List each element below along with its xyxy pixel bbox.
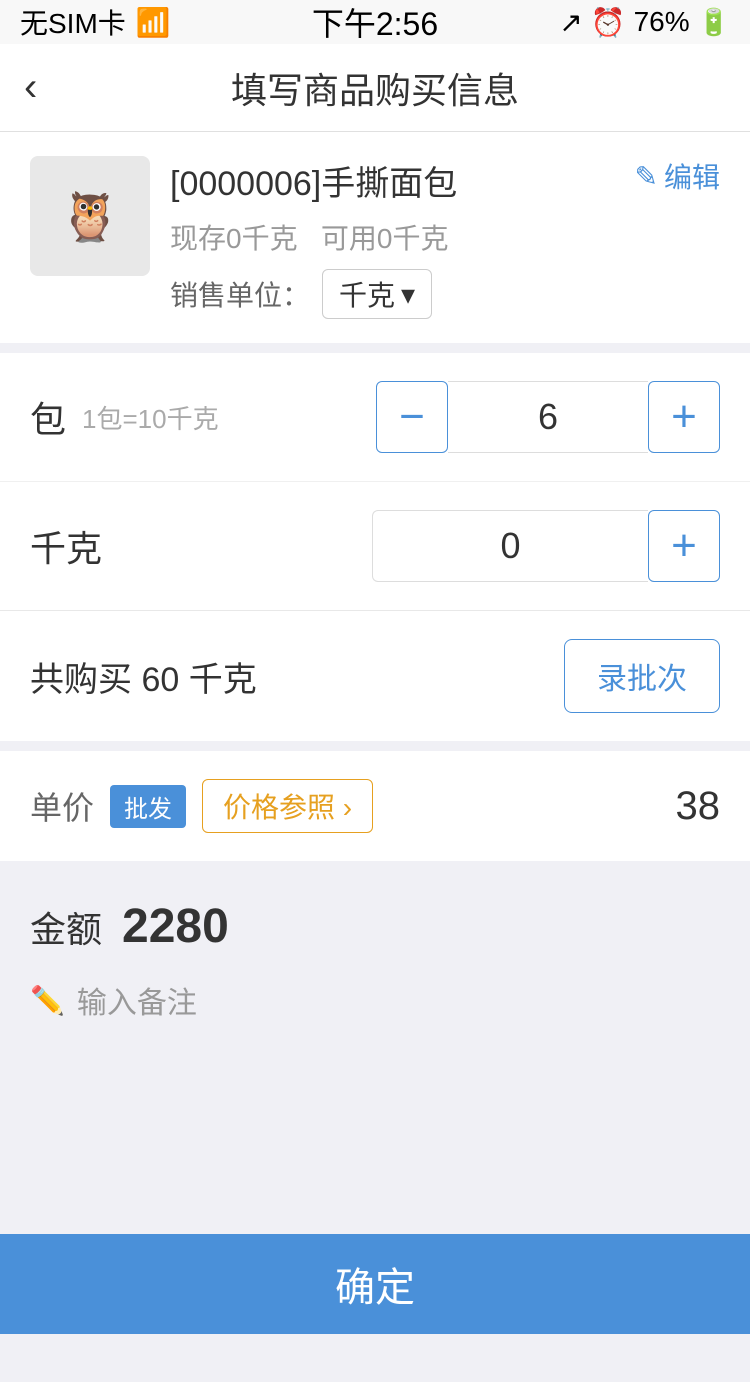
battery-icon: 🔋: [698, 7, 730, 38]
nav-bar: ‹ 填写商品购买信息: [0, 44, 750, 132]
amount-label: 金额: [30, 901, 102, 953]
product-name: [0000006]手撕面包: [170, 156, 457, 205]
wifi-icon: 📶: [136, 6, 171, 39]
product-logo-icon: 🦉: [60, 188, 120, 245]
product-stock: 现存0千克 可用0千克: [170, 217, 720, 257]
amount-row: 金额 2280: [30, 899, 720, 954]
bao-plus-button[interactable]: +: [648, 381, 720, 453]
edit-icon: ✎: [635, 160, 658, 193]
bao-label: 包 1包=10千克: [30, 391, 219, 443]
kg-label: 千克: [30, 520, 102, 572]
kg-plus-button[interactable]: +: [648, 510, 720, 582]
status-bar-left: 无SIM卡 📶: [20, 2, 171, 42]
remark-placeholder: 输入备注: [77, 978, 197, 1022]
edit-label: 编辑: [664, 156, 720, 196]
product-image: 🦉: [30, 156, 150, 276]
summary-row: 共购买 60 千克 录批次: [0, 611, 750, 751]
product-card: 🦉 [0000006]手撕面包 ✎ 编辑 现存0千克 可用0千克 销售单位： 千…: [0, 132, 750, 353]
price-section: 单价 批发 价格参照 › 38: [0, 751, 750, 871]
status-bar: 无SIM卡 📶 下午2:56 ↗ ⏰ 76% 🔋: [0, 0, 750, 44]
unit-select[interactable]: 千克 ▾: [322, 269, 432, 319]
unit-chevron-icon: ▾: [401, 278, 415, 311]
product-info: [0000006]手撕面包 ✎ 编辑 现存0千克 可用0千克 销售单位： 千克 …: [170, 156, 720, 319]
kg-input-row: 千克 +: [0, 482, 750, 610]
alarm-icon: ⏰: [591, 6, 626, 39]
bao-minus-button[interactable]: −: [376, 381, 448, 453]
price-reference-button[interactable]: 价格参照 ›: [202, 779, 373, 833]
product-title: 手撕面包: [321, 165, 457, 203]
unit-label: 销售单位：: [170, 274, 310, 314]
summary-text: 共购买 60 千克: [30, 652, 257, 701]
product-unit-row: 销售单位： 千克 ▾: [170, 269, 720, 319]
carrier-text: 无SIM卡: [20, 2, 126, 42]
bao-hint: 1包=10千克: [82, 399, 219, 436]
battery-text: 76%: [634, 6, 690, 38]
kg-text: 千克: [30, 520, 102, 572]
pencil-icon: ✏️: [30, 984, 65, 1017]
amount-value: 2280: [122, 899, 229, 954]
confirm-button[interactable]: 确定: [0, 1234, 750, 1334]
price-tag-badge: 批发: [110, 785, 186, 828]
location-icon: ↗: [559, 6, 582, 39]
kg-qty-input[interactable]: [372, 510, 648, 582]
back-button[interactable]: ‹: [24, 65, 37, 110]
remark-row[interactable]: ✏️ 输入备注: [30, 978, 720, 1022]
status-bar-time: 下午2:56: [312, 0, 438, 45]
price-label: 单价: [30, 783, 94, 829]
status-bar-right: ↗ ⏰ 76% 🔋: [559, 6, 730, 39]
stock-text: 现存0千克: [170, 223, 298, 254]
kg-qty-control: +: [372, 510, 720, 582]
record-batch-button[interactable]: 录批次: [564, 639, 720, 713]
bao-qty-input[interactable]: [448, 381, 648, 453]
available-text: 可用0千克: [321, 223, 449, 254]
bao-input-row: 包 1包=10千克 − +: [0, 353, 750, 482]
unit-value: 千克: [339, 274, 395, 314]
bao-qty-control: − +: [376, 381, 720, 453]
edit-button[interactable]: ✎ 编辑: [635, 156, 720, 196]
product-code: [0000006]: [170, 165, 321, 203]
price-value: 38: [676, 784, 721, 829]
amount-section: 金额 2280 ✏️ 输入备注: [0, 871, 750, 1042]
bao-text: 包: [30, 391, 66, 443]
input-section: 包 1包=10千克 − + 千克 +: [0, 353, 750, 611]
page-title: 填写商品购买信息: [231, 62, 519, 114]
